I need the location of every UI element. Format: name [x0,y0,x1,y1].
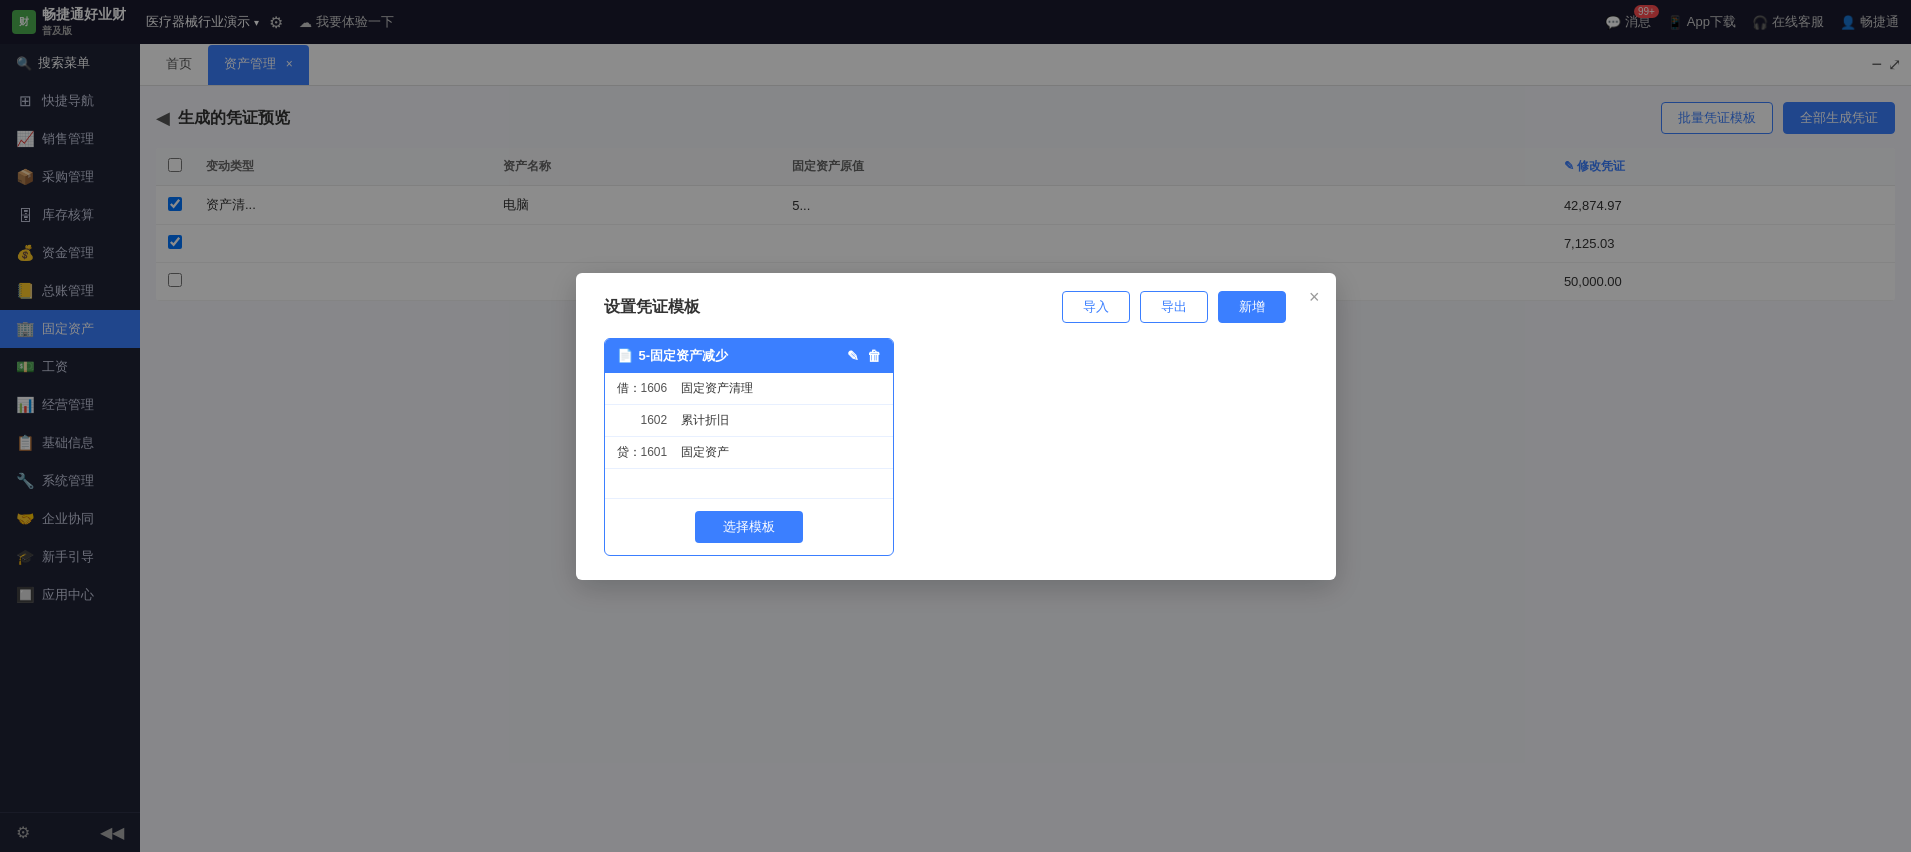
template-card-title: 5-固定资产减少 [639,347,729,365]
export-btn[interactable]: 导出 [1140,291,1208,323]
template-empty-row [605,469,893,499]
template-card-body: 借： 1606 固定资产清理 1602 累计折旧 贷： 1601 固定资产 [605,373,893,499]
account-code-2: 1602 [641,413,681,427]
template-card: 📄 5-固定资产减少 ✎ 🗑 借： 1606 固定资产清理 [604,338,894,556]
template-row-2: 1602 累计折旧 [605,405,893,437]
credit-label: 贷： [617,444,641,461]
delete-template-icon[interactable]: 🗑 [867,348,881,364]
edit-template-icon[interactable]: ✎ [847,348,859,364]
new-template-btn[interactable]: 新增 [1218,291,1286,323]
modal-overlay[interactable]: 设置凭证模板 × 导入 导出 新增 📄 5-固定资产减少 ✎ 🗑 [0,0,1911,852]
modal-close-btn[interactable]: × [1309,287,1320,308]
template-doc-icon: 📄 [617,348,633,363]
account-name-2: 累计折旧 [681,412,881,429]
template-list: 📄 5-固定资产减少 ✎ 🗑 借： 1606 固定资产清理 [604,338,1308,556]
account-name-3: 固定资产 [681,444,881,461]
modal-dialog: 设置凭证模板 × 导入 导出 新增 📄 5-固定资产减少 ✎ 🗑 [576,273,1336,580]
account-name-1: 固定资产清理 [681,380,881,397]
template-row-3: 贷： 1601 固定资产 [605,437,893,469]
template-card-header: 📄 5-固定资产减少 ✎ 🗑 [605,339,893,373]
card-actions: ✎ 🗑 [847,348,881,364]
template-card-footer: 选择模板 [605,499,893,555]
template-row-1: 借： 1606 固定资产清理 [605,373,893,405]
modal-action-buttons: 导入 导出 新增 [1062,291,1286,323]
account-code-3: 1601 [641,445,681,459]
account-code-1: 1606 [641,381,681,395]
import-btn[interactable]: 导入 [1062,291,1130,323]
select-template-btn[interactable]: 选择模板 [695,511,803,543]
debit-label: 借： [617,380,641,397]
